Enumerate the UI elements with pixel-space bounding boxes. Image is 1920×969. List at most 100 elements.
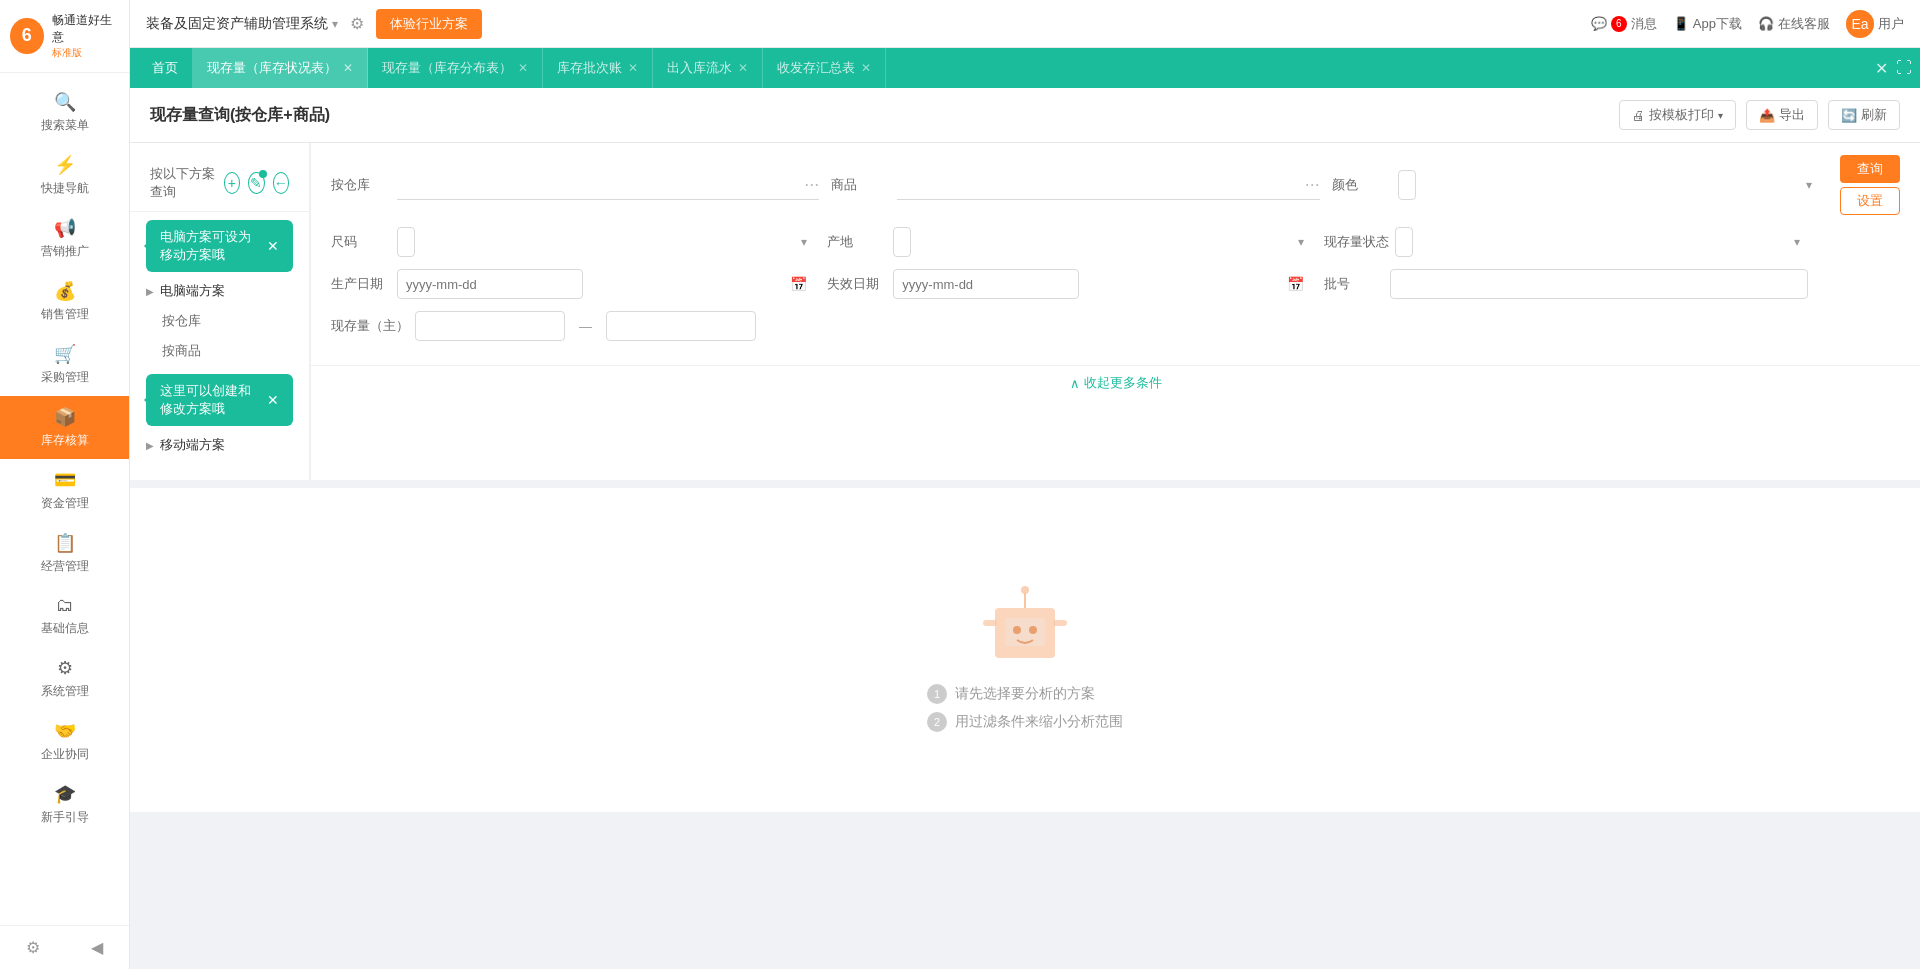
main-content: 现存量查询(按仓库+商品) 🖨 按模板打印 ▾ 📤 导出 🔄 刷新 <box>130 88 1920 969</box>
sidebar-item-sales[interactable]: 💰 销售管理 <box>0 270 129 333</box>
svg-rect-6 <box>983 620 997 626</box>
stock-qty-min[interactable] <box>415 311 565 341</box>
stock-qty-max[interactable] <box>606 311 756 341</box>
tab-inout[interactable]: 出入库流水 ✕ <box>653 48 763 88</box>
tooltip2-close-btn[interactable]: ✕ <box>267 392 279 408</box>
scheme-desktop-goods[interactable]: 按商品 <box>130 336 309 366</box>
tab-inventory-dist[interactable]: 现存量（库存分布表） ✕ <box>368 48 543 88</box>
message-badge: 6 <box>1611 16 1627 32</box>
goods-more-icon[interactable]: ··· <box>1305 174 1320 195</box>
refresh-btn[interactable]: 🔄 刷新 <box>1828 100 1900 130</box>
sidebar-bottom: ⚙ ◀ <box>0 925 129 969</box>
collapse-bar[interactable]: ∧ 收起更多条件 <box>311 365 1920 400</box>
sidebar-item-search[interactable]: 🔍 搜索菜单 <box>0 81 129 144</box>
scheme-desktop-header[interactable]: ▶ 电脑端方案 <box>130 276 309 306</box>
filter-row-4: 现存量（主） — <box>331 311 1900 341</box>
color-select-wrap <box>1398 170 1820 200</box>
produce-date-input[interactable] <box>397 269 583 299</box>
sidebar-collapse-btn[interactable]: ◀ <box>91 938 103 957</box>
newbie-icon: 🎓 <box>54 783 76 805</box>
tab-inventory-status[interactable]: 现存量（库存状况表） ✕ <box>193 48 368 88</box>
stock-status-select[interactable] <box>1395 227 1413 257</box>
sidebar-item-purchase[interactable]: 🛒 采购管理 <box>0 333 129 396</box>
goods-field[interactable]: ··· <box>897 170 1319 200</box>
export-btn[interactable]: 📤 导出 <box>1746 100 1818 130</box>
tabs-bar: 首页 现存量（库存状况表） ✕ 现存量（库存分布表） ✕ 库存批次账 ✕ 出入库… <box>130 48 1920 88</box>
tab-close-batch[interactable]: ✕ <box>628 61 638 75</box>
batch-no-input[interactable] <box>1390 269 1808 299</box>
settings-btn[interactable]: 设置 <box>1840 187 1900 215</box>
system-icon: ⚙ <box>57 657 73 679</box>
messages-btn[interactable]: 💬 6 消息 <box>1591 15 1657 33</box>
svg-rect-1 <box>1005 618 1045 646</box>
tab-collect[interactable]: 收发存汇总表 ✕ <box>763 48 886 88</box>
operations-icon: 📋 <box>54 532 76 554</box>
header-settings-icon[interactable]: ⚙ <box>350 14 364 33</box>
tab-close-collect[interactable]: ✕ <box>861 61 871 75</box>
tab-close-inout[interactable]: ✕ <box>738 61 748 75</box>
expire-calendar-icon: 📅 <box>1287 276 1304 292</box>
tab-home[interactable]: 首页 <box>138 48 193 88</box>
sidebar-item-operations[interactable]: 📋 经营管理 <box>0 522 129 585</box>
app-download-btn[interactable]: 📱 App下载 <box>1673 15 1742 33</box>
logo-text: 畅通道好生意 <box>52 12 119 46</box>
marketing-icon: 📢 <box>54 217 76 239</box>
size-select[interactable] <box>397 227 415 257</box>
svg-point-5 <box>1021 586 1029 594</box>
tab-close-all-btn[interactable]: ✕ <box>1875 59 1888 78</box>
filter-batch-no: 批号 <box>1324 269 1808 299</box>
tab-close-inventory-dist[interactable]: ✕ <box>518 61 528 75</box>
scheme-desktop-warehouse[interactable]: 按仓库 <box>130 306 309 336</box>
range-separator: — <box>579 319 592 334</box>
color-select[interactable] <box>1398 170 1416 200</box>
color-label: 颜色 <box>1332 176 1392 194</box>
sidebar-item-basic[interactable]: 🗂 基础信息 <box>0 585 129 647</box>
sidebar-item-newbie[interactable]: 🎓 新手引导 <box>0 773 129 836</box>
sidebar-item-inventory[interactable]: 📦 库存核算 <box>0 396 129 459</box>
origin-label: 产地 <box>827 233 887 251</box>
scheme-mobile-header[interactable]: ▶ 移动端方案 <box>130 430 309 460</box>
back-scheme-btn[interactable]: ← <box>273 172 289 194</box>
search-btn[interactable]: 查询 <box>1840 155 1900 183</box>
stock-status-label: 现存量状态 <box>1324 233 1389 251</box>
expire-date-input[interactable] <box>893 269 1079 299</box>
filter-row-1: 按仓库 ··· 商品 ··· <box>331 155 1900 215</box>
online-support-btn[interactable]: 🎧 在线客服 <box>1758 15 1830 33</box>
print-dropdown-icon: ▾ <box>1718 110 1723 121</box>
sidebar-item-marketing[interactable]: 📢 营销推广 <box>0 207 129 270</box>
filter-area: 按以下方案查询 + ✎ ← 电脑方案可设为 <box>130 143 1920 480</box>
goods-label: 商品 <box>831 176 891 194</box>
sidebar-item-quick[interactable]: ⚡ 快捷导航 <box>0 144 129 207</box>
print-btn[interactable]: 🖨 按模板打印 ▾ <box>1619 100 1736 130</box>
filter-origin: 产地 <box>827 227 1311 257</box>
app-name-selector[interactable]: 装备及固定资产辅助管理系统 ▾ <box>146 15 338 33</box>
headset-icon: 🎧 <box>1758 16 1774 31</box>
tab-expand-btn[interactable]: ⛶ <box>1896 59 1912 77</box>
triangle-icon: ▶ <box>146 286 154 297</box>
step-num-1: 1 <box>927 684 947 704</box>
sidebar-item-finance[interactable]: 💳 资金管理 <box>0 459 129 522</box>
print-icon: 🖨 <box>1632 108 1645 123</box>
user-btn[interactable]: Ea 用户 <box>1846 10 1904 38</box>
filter-color: 颜色 <box>1332 170 1820 200</box>
sidebar: 6 畅通道好生意 标准版 🔍 搜索菜单 ⚡ 快捷导航 📢 营销推广 💰 销售管理… <box>0 0 130 969</box>
warehouse-more-icon[interactable]: ··· <box>804 174 819 195</box>
add-scheme-btn[interactable]: + <box>224 172 240 194</box>
warehouse-field[interactable]: ··· <box>397 170 819 200</box>
tooltip1-close-btn[interactable]: ✕ <box>267 238 279 254</box>
inventory-icon: 📦 <box>54 406 76 428</box>
phone-icon: 📱 <box>1673 16 1689 31</box>
expire-date-wrap: 📅 <box>893 269 1311 299</box>
origin-select-wrap <box>893 227 1311 257</box>
origin-select[interactable] <box>893 227 911 257</box>
scheme-group-desktop: ▶ 电脑端方案 按仓库 按商品 <box>130 276 309 366</box>
tab-close-inventory-status[interactable]: ✕ <box>343 61 353 75</box>
expire-date-label: 失效日期 <box>827 275 887 293</box>
edit-scheme-btn[interactable]: ✎ <box>248 172 264 194</box>
tab-batch[interactable]: 库存批次账 ✕ <box>543 48 653 88</box>
trial-btn[interactable]: 体验行业方案 <box>376 9 482 39</box>
size-select-wrap <box>397 227 815 257</box>
sidebar-item-system[interactable]: ⚙ 系统管理 <box>0 647 129 710</box>
sidebar-settings-btn[interactable]: ⚙ <box>26 938 40 957</box>
sidebar-item-enterprise[interactable]: 🤝 企业协同 <box>0 710 129 773</box>
